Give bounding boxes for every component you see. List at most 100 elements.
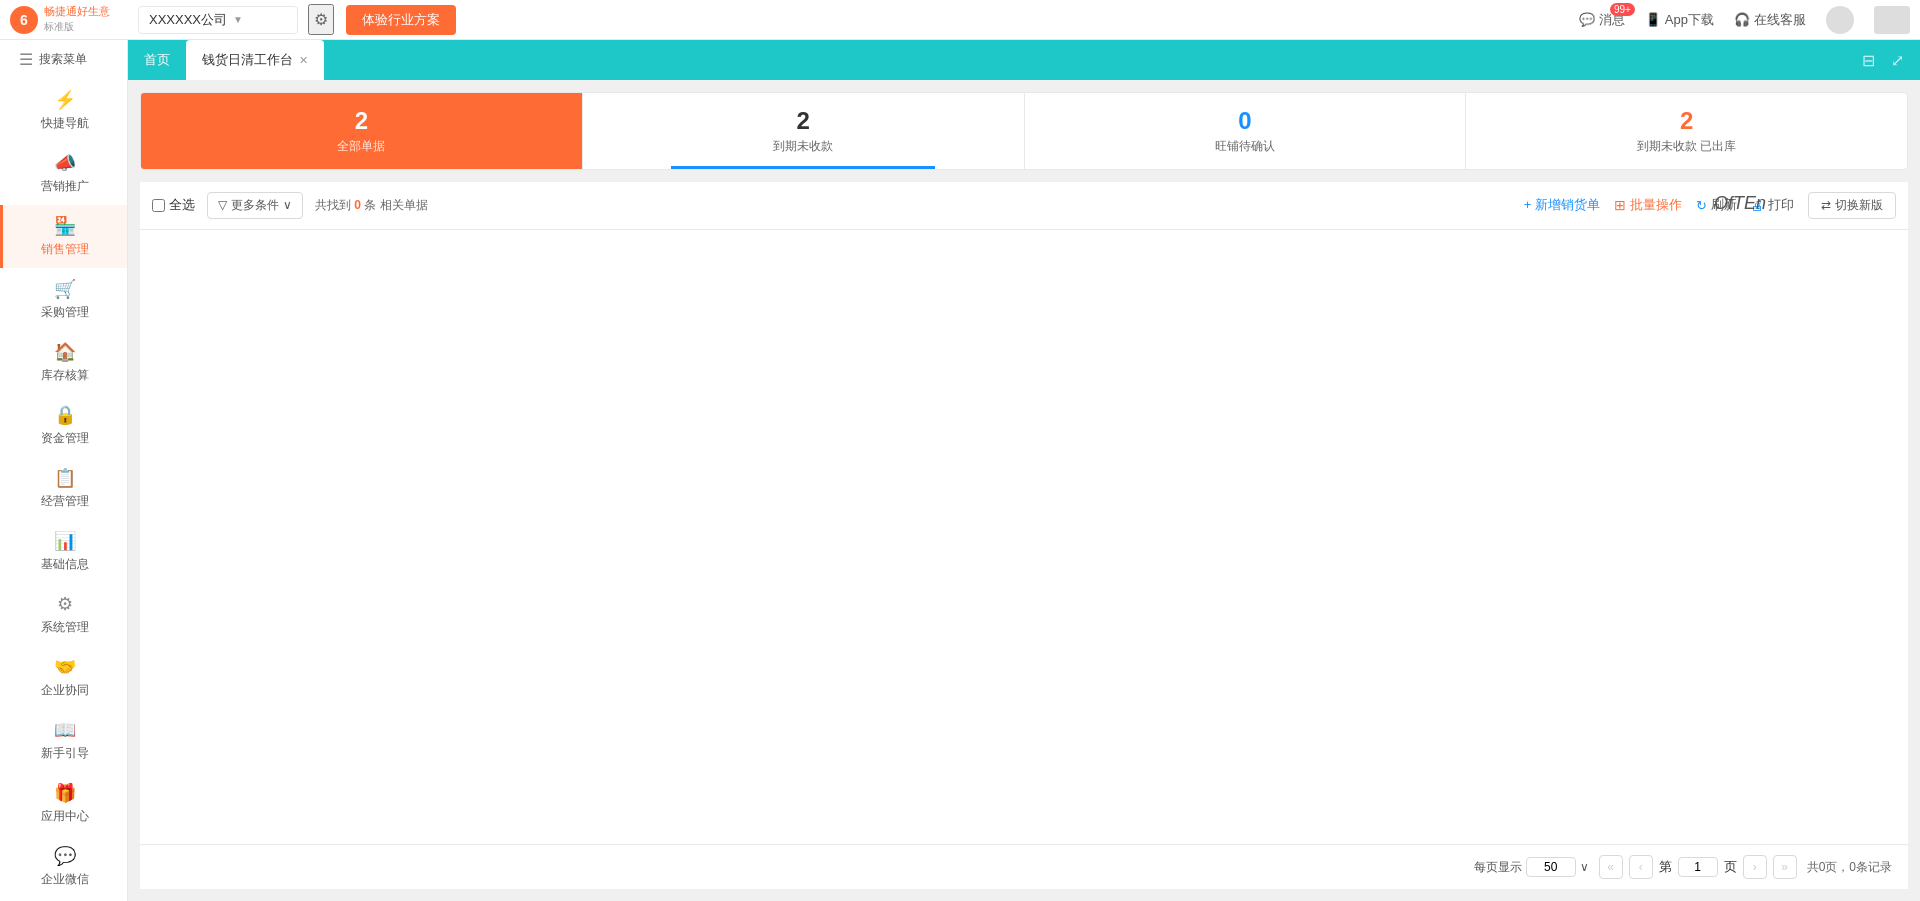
stat-unshipped[interactable]: 2 到期未收款 已出库: [1466, 93, 1907, 169]
sidebar-item-sales[interactable]: 🏪 销售管理: [0, 205, 127, 268]
avatar[interactable]: [1826, 6, 1854, 34]
top-header: 6 畅捷通好生意 标准版 XXXXXX公司 ▼ ⚙ 体验行业方案 💬 消息 99…: [0, 0, 1920, 40]
stat-pending-number: 0: [1045, 107, 1446, 136]
app-badge: 标准版: [44, 20, 110, 34]
marketing-label: 营销推广: [41, 178, 89, 195]
content-area: 2 全部单据 2 到期未收款 0 旺铺待确认 2 到期未收款 已出库: [128, 80, 1920, 901]
stat-pending[interactable]: 0 旺铺待确认: [1025, 93, 1467, 169]
page-suffix-label: 页: [1724, 858, 1737, 876]
tab-bar-actions: ⊟ ⤢: [1858, 47, 1920, 74]
logo-area: 6 畅捷通好生意 标准版: [10, 5, 138, 34]
sidebar-item-inventory[interactable]: 🏠 库存核算: [0, 331, 127, 394]
search-menu-icon: ☰: [19, 50, 33, 69]
app-center-icon: 🎁: [54, 782, 76, 804]
tab-minimize-icon[interactable]: ⊟: [1858, 47, 1879, 74]
operation-label: 经营管理: [41, 493, 89, 510]
sidebar-item-marketing[interactable]: 📣 营销推广: [0, 142, 127, 205]
batch-icon: ⊞: [1614, 197, 1626, 213]
filter-button[interactable]: ▽ 更多条件 ∨: [207, 192, 303, 219]
sidebar-item-purchase[interactable]: 🛒 采购管理: [0, 268, 127, 331]
select-all-input[interactable]: [152, 199, 165, 212]
stat-unshipped-number: 2: [1486, 107, 1887, 136]
prev-page-button[interactable]: ‹: [1629, 855, 1653, 879]
app-center-label: 应用中心: [41, 808, 89, 825]
stat-underline: [671, 166, 935, 169]
company-selector[interactable]: XXXXXX公司 ▼: [138, 6, 298, 34]
stat-all[interactable]: 2 全部单据: [141, 93, 583, 169]
sidebar-item-finance[interactable]: 🔒 资金管理: [0, 394, 127, 457]
select-all-checkbox[interactable]: 全选: [152, 196, 195, 214]
result-count: 0: [354, 198, 361, 212]
inventory-icon: 🏠: [54, 341, 76, 363]
pagination: 每页显示 ∨ « ‹ 第 页 › » 共0页，0条记录: [140, 844, 1908, 889]
stat-overdue-label: 到期未收款: [603, 138, 1004, 155]
sidebar-item-beginner[interactable]: 📖 新手引导: [0, 709, 127, 772]
basic-info-label: 基础信息: [41, 556, 89, 573]
sidebar-item-system[interactable]: ⚙ 系统管理: [0, 583, 127, 646]
purchase-label: 采购管理: [41, 304, 89, 321]
tab-close-icon[interactable]: ✕: [299, 54, 308, 67]
wechat-label: 企业微信: [41, 871, 89, 888]
stat-unshipped-label: 到期未收款 已出库: [1486, 138, 1887, 155]
first-page-button[interactable]: «: [1599, 855, 1623, 879]
sidebar-item-app-center[interactable]: 🎁 应用中心: [0, 772, 127, 835]
sidebar-item-search-menu[interactable]: ☰ 搜索菜单: [0, 40, 127, 79]
print-icon: 🖨: [1751, 198, 1764, 213]
switch-version-button[interactable]: ⇄ 切换新版: [1808, 192, 1896, 219]
online-service-label: 在线客服: [1754, 11, 1806, 29]
tab-workstation-label: 钱货日清工作台: [202, 51, 293, 69]
wechat-icon: 💬: [54, 845, 76, 867]
quick-nav-icon: ⚡: [54, 89, 76, 111]
tab-expand-icon[interactable]: ⤢: [1887, 47, 1908, 74]
message-button[interactable]: 💬 消息 99+: [1579, 11, 1625, 29]
stats-row: 2 全部单据 2 到期未收款 0 旺铺待确认 2 到期未收款 已出库: [140, 92, 1908, 170]
app-download-button[interactable]: 📱 App下载: [1645, 11, 1714, 29]
stat-overdue-number: 2: [603, 107, 1004, 136]
system-label: 系统管理: [41, 619, 89, 636]
print-button[interactable]: 🖨 打印: [1751, 196, 1794, 214]
tab-home[interactable]: 首页: [128, 40, 186, 80]
finance-icon: 🔒: [54, 404, 76, 426]
batch-label: 批量操作: [1630, 196, 1682, 214]
download-icon: 📱: [1645, 12, 1661, 27]
stat-pending-label: 旺铺待确认: [1045, 138, 1446, 155]
main-layout: ☰ 搜索菜单 ⚡ 快捷导航 📣 营销推广 🏪 销售管理 🛒 采购管理 🏠 库存核…: [0, 40, 1920, 901]
sales-icon: 🏪: [54, 215, 76, 237]
result-suffix: 条 相关单据: [364, 198, 427, 212]
sidebar-item-operation[interactable]: 📋 经营管理: [0, 457, 127, 520]
user-menu[interactable]: [1874, 6, 1910, 34]
dropdown-arrow-icon: ▼: [233, 14, 243, 25]
per-page-input[interactable]: [1526, 857, 1576, 877]
next-page-button[interactable]: ›: [1743, 855, 1767, 879]
sidebar: ☰ 搜索菜单 ⚡ 快捷导航 📣 营销推广 🏪 销售管理 🛒 采购管理 🏠 库存核…: [0, 40, 128, 901]
add-sales-button[interactable]: + 新增销货单: [1524, 196, 1600, 214]
result-text: 共找到 0 条 相关单据: [315, 197, 428, 214]
operation-icon: 📋: [54, 467, 76, 489]
page-nav: « ‹ 第 页 › »: [1599, 855, 1797, 879]
refresh-button[interactable]: ↻ 刷新: [1696, 196, 1737, 214]
sidebar-item-basic-info[interactable]: 📊 基础信息: [0, 520, 127, 583]
filter-icon: ▽: [218, 198, 227, 212]
print-label: 打印: [1768, 196, 1794, 214]
settings-button[interactable]: ⚙: [308, 4, 334, 35]
last-page-button[interactable]: »: [1773, 855, 1797, 879]
try-industry-button[interactable]: 体验行业方案: [346, 5, 456, 35]
sidebar-item-cooperation[interactable]: 🤝 企业协同: [0, 646, 127, 709]
beginner-icon: 📖: [54, 719, 76, 741]
batch-button[interactable]: ⊞ 批量操作: [1614, 196, 1682, 214]
switch-icon: ⇄: [1821, 198, 1831, 212]
filter-arrow-icon: ∨: [283, 198, 292, 212]
sidebar-item-wechat[interactable]: 💬 企业微信: [0, 835, 127, 898]
online-service-button[interactable]: 🎧 在线客服: [1734, 11, 1806, 29]
cooperation-icon: 🤝: [54, 656, 76, 678]
add-sales-label: + 新增销货单: [1524, 196, 1600, 214]
page-size-select: 每页显示 ∨: [1474, 857, 1589, 877]
tab-workstation[interactable]: 钱货日清工作台 ✕: [186, 40, 324, 80]
filter-label: 更多条件: [231, 197, 279, 214]
stat-overdue[interactable]: 2 到期未收款: [583, 93, 1025, 169]
message-badge: 99+: [1610, 3, 1635, 16]
stat-all-label: 全部单据: [161, 138, 562, 155]
page-number-input[interactable]: [1678, 857, 1718, 877]
inventory-label: 库存核算: [41, 367, 89, 384]
sidebar-item-quick-nav[interactable]: ⚡ 快捷导航: [0, 79, 127, 142]
